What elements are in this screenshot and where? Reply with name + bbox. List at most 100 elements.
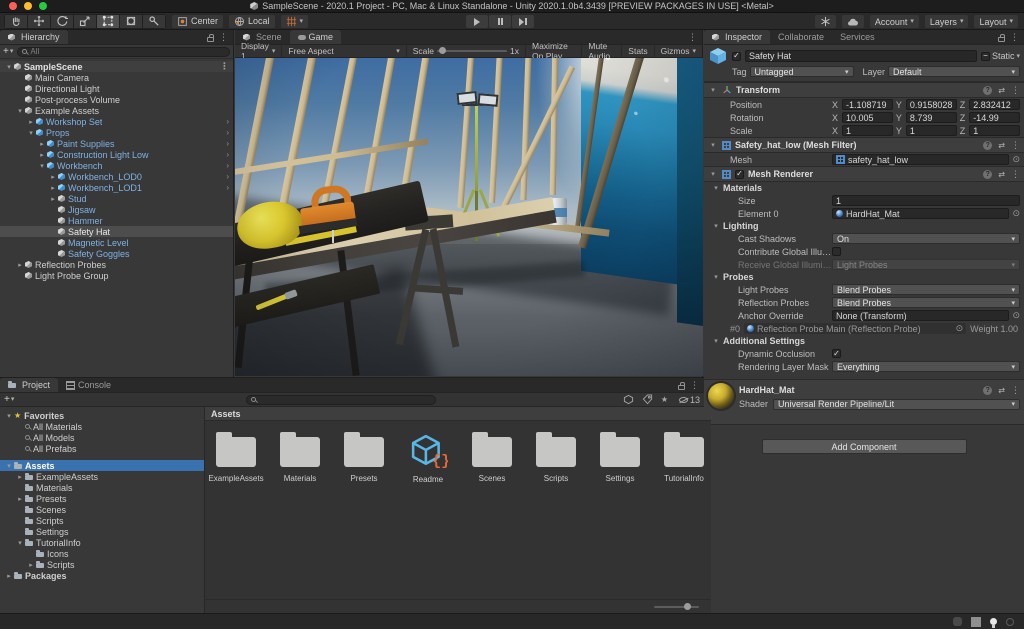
grid-snap-button[interactable]: ▾	[281, 15, 309, 28]
additional-settings-foldout[interactable]: Additional Settings	[704, 335, 1024, 347]
tree-item-tutorialinfo[interactable]: TutorialInfo	[0, 537, 204, 548]
kebab-menu-icon[interactable]: ⋮	[1011, 86, 1020, 95]
lock-icon[interactable]	[678, 385, 685, 390]
move-tool-button[interactable]	[28, 15, 50, 28]
add-component-button[interactable]: Add Component	[762, 439, 967, 454]
tab-hierarchy[interactable]: Hierarchy	[0, 30, 68, 44]
layer-dropdown[interactable]: Default	[888, 66, 1020, 77]
tree-item-scripts[interactable]: Scripts	[0, 515, 204, 526]
asset-folder-scenes[interactable]: Scenes	[467, 429, 517, 484]
materials-size-field[interactable]: 1	[832, 195, 1020, 206]
tab-game[interactable]: Game	[290, 30, 342, 44]
rotation-z-field[interactable]: -14.99	[969, 112, 1020, 123]
help-icon[interactable]	[983, 141, 992, 150]
presets-icon[interactable]	[998, 170, 1005, 179]
lighting-foldout[interactable]: Lighting	[704, 220, 1024, 232]
tree-item-all-prefabs[interactable]: All Prefabs	[0, 443, 204, 454]
activity-ring-icon[interactable]	[1006, 618, 1014, 626]
bake-status-icon[interactable]	[953, 617, 962, 626]
project-search-input[interactable]	[259, 394, 431, 405]
kebab-menu-icon[interactable]: ⋮	[1011, 141, 1020, 150]
position-y-field[interactable]: 0.9158028	[906, 99, 957, 110]
tag-dropdown[interactable]: Untagged	[750, 66, 854, 77]
maximize-on-play-toggle[interactable]: Maximize On Play	[525, 45, 581, 57]
gizmos-dropdown[interactable]: Gizmos▾	[654, 45, 702, 57]
hierarchy-item-workbench[interactable]: Workbench›	[0, 160, 233, 171]
hierarchy-search-input[interactable]	[30, 47, 225, 56]
prefab-open-chevron[interactable]: ›	[226, 172, 229, 181]
gameobject-name-field[interactable]	[745, 50, 977, 62]
kebab-menu-icon[interactable]: ⋮	[1010, 33, 1019, 42]
tab-console[interactable]: Console	[58, 378, 119, 392]
create-object-button[interactable]: +▾	[3, 46, 13, 57]
asset-folder-presets[interactable]: Presets	[339, 429, 389, 484]
scale-z-field[interactable]: 1	[969, 125, 1020, 136]
rotate-tool-button[interactable]	[51, 15, 73, 28]
tree-item-materials[interactable]: Materials	[0, 482, 204, 493]
hierarchy-search[interactable]	[17, 47, 230, 57]
prefab-open-chevron[interactable]: ›	[226, 161, 229, 170]
object-picker-icon[interactable]	[1012, 208, 1020, 219]
scale-y-field[interactable]: 1	[906, 125, 957, 136]
kebab-menu-icon[interactable]: ⋮	[1011, 170, 1020, 179]
thumbnail-size-slider[interactable]	[654, 606, 699, 608]
transform-component-header[interactable]: Transform ⋮	[704, 82, 1024, 98]
prefab-open-chevron[interactable]: ›	[226, 150, 229, 159]
anchor-object-field[interactable]: None (Transform)	[832, 310, 1009, 321]
light-probes-dropdown[interactable]: Blend Probes	[832, 284, 1020, 295]
layout-dropdown[interactable]: Layout▾	[974, 15, 1018, 28]
hierarchy-item-props[interactable]: Props›	[0, 127, 233, 138]
lock-icon[interactable]	[998, 37, 1005, 42]
hierarchy-item-workshop-set[interactable]: Workshop Set›	[0, 116, 233, 127]
scale-x-field[interactable]: 1	[842, 125, 893, 136]
hierarchy-item-safety-goggles[interactable]: Safety Goggles	[0, 248, 233, 259]
hierarchy-item-workbench-lod0[interactable]: Workbench_LOD0›	[0, 171, 233, 182]
prefab-open-chevron[interactable]: ›	[226, 117, 229, 126]
tree-item-exampleassets[interactable]: ExampleAssets	[0, 471, 204, 482]
material-preview-sphere[interactable]	[708, 383, 734, 409]
shader-dropdown[interactable]: Universal Render Pipeline/Lit	[773, 399, 1020, 410]
undo-history-button[interactable]	[815, 15, 836, 28]
hierarchy-item-light-probe-group[interactable]: Light Probe Group	[0, 270, 233, 281]
materials-foldout[interactable]: Materials	[704, 182, 1024, 194]
hidden-packages-toggle[interactable]: 13	[679, 395, 700, 405]
tree-item-scenes[interactable]: Scenes	[0, 504, 204, 515]
hierarchy-item-hammer[interactable]: Hammer	[0, 215, 233, 226]
object-picker-icon[interactable]	[1012, 310, 1020, 321]
slider-knob[interactable]	[439, 47, 446, 54]
custom-tool-button[interactable]	[143, 15, 165, 28]
tab-inspector[interactable]: Inspector	[704, 30, 770, 44]
project-search[interactable]	[246, 395, 436, 405]
position-x-field[interactable]: -1.108719	[842, 99, 893, 110]
rotation-x-field[interactable]: 10.005	[842, 112, 893, 123]
asset-folder-scripts[interactable]: Scripts	[531, 429, 581, 484]
hierarchy-item-reflection-probes[interactable]: Reflection Probes	[0, 259, 233, 270]
scale-tool-button[interactable]	[74, 15, 96, 28]
help-icon[interactable]	[983, 386, 992, 395]
kebab-menu-icon[interactable]: ⋮	[690, 381, 699, 390]
tree-item-settings[interactable]: Settings	[0, 526, 204, 537]
asset-folder-materials[interactable]: Materials	[275, 429, 325, 484]
object-picker-icon[interactable]	[1012, 154, 1020, 165]
pivot-mode-button[interactable]: Center	[172, 15, 223, 28]
kebab-menu-icon[interactable]: ⋮	[688, 33, 697, 42]
hierarchy-item-magnetic-level[interactable]: Magnetic Level	[0, 237, 233, 248]
hierarchy-item-main-camera[interactable]: Main Camera	[0, 72, 233, 83]
mute-audio-toggle[interactable]: Mute Audio	[581, 45, 621, 57]
static-mixed-checkbox[interactable]	[981, 52, 990, 61]
tree-item-assets[interactable]: Assets	[0, 460, 204, 471]
transform-tool-button[interactable]	[120, 15, 142, 28]
hand-tool-button[interactable]	[5, 15, 27, 28]
aspect-dropdown[interactable]: Free Aspect▾	[282, 45, 406, 57]
hierarchy-item-construction-light-low[interactable]: Construction Light Low›	[0, 149, 233, 160]
tab-collaborate[interactable]: Collaborate	[770, 30, 832, 44]
space-mode-button[interactable]: Local	[229, 15, 275, 28]
help-icon[interactable]	[983, 86, 992, 95]
dynamic-occlusion-checkbox[interactable]	[832, 349, 841, 358]
prefab-open-chevron[interactable]: ›	[226, 139, 229, 148]
hierarchy-item-safety-hat[interactable]: Safety Hat	[0, 226, 233, 237]
slider-knob[interactable]	[684, 603, 691, 610]
step-button[interactable]	[512, 15, 534, 28]
kebab-menu-icon[interactable]: ⋮	[1011, 386, 1020, 395]
active-checkbox[interactable]	[732, 52, 741, 61]
